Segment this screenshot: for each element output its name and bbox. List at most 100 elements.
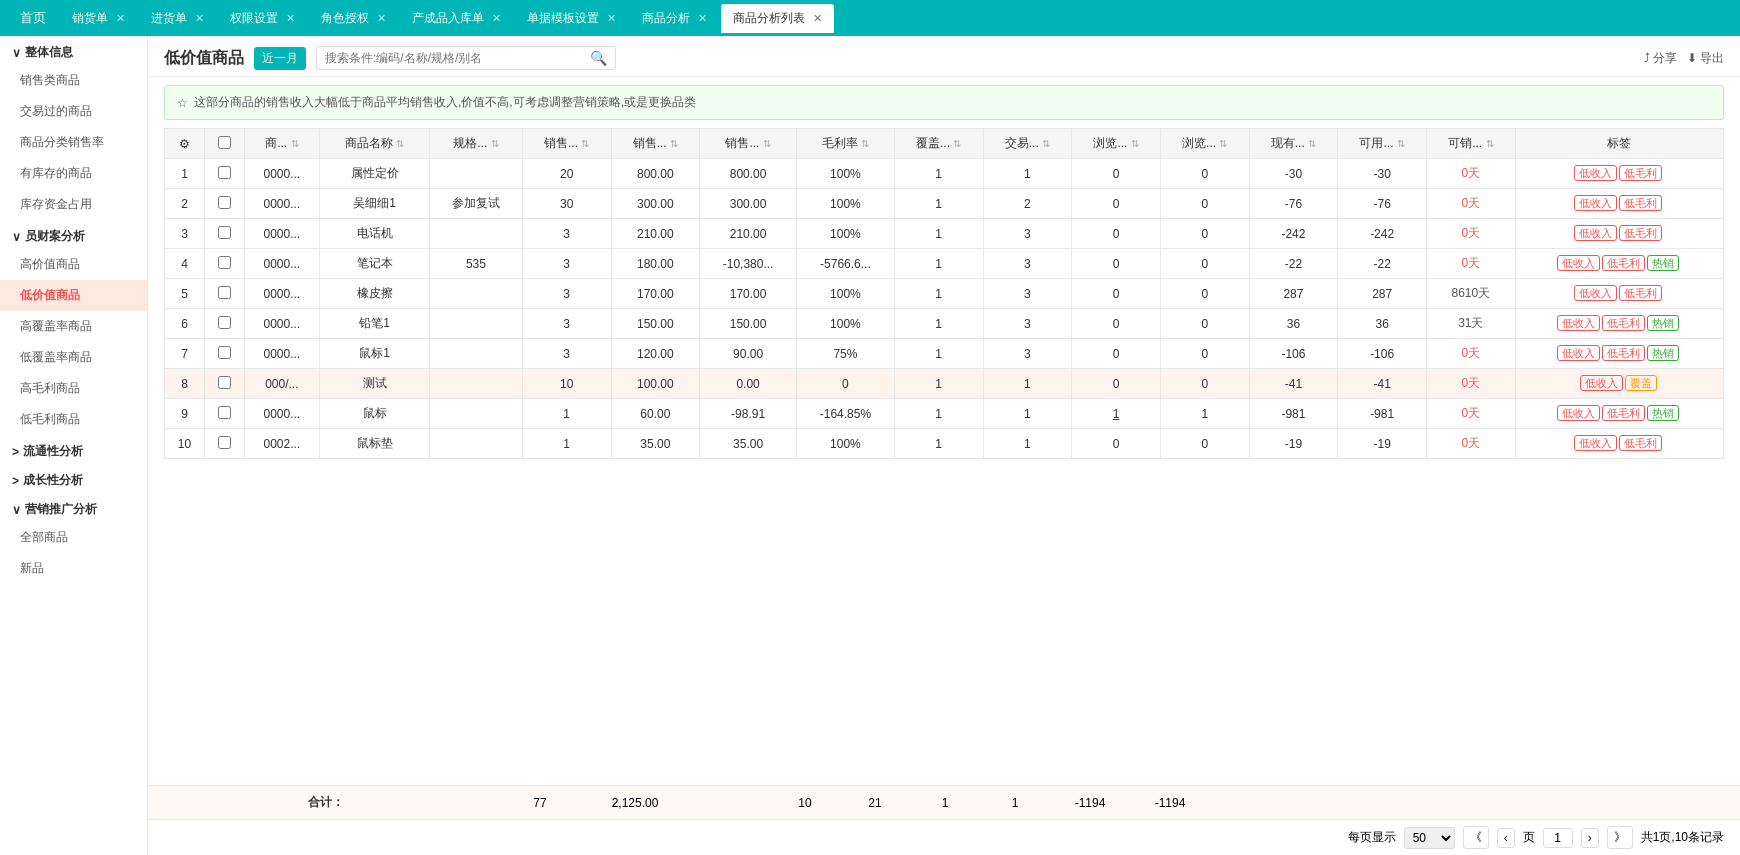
sidebar-item-sales-goods[interactable]: 销售类商品 xyxy=(0,65,147,96)
close-icon[interactable]: ✕ xyxy=(377,12,386,25)
nav-analysis-list[interactable]: 商品分析列表✕ xyxy=(721,4,834,33)
col-settings[interactable]: ⚙ xyxy=(165,129,205,159)
col-code[interactable]: 商... ⇅ xyxy=(244,129,320,159)
sidebar-group-circulation[interactable]: > 流通性分析 xyxy=(0,435,147,464)
cell-checkbox[interactable] xyxy=(205,189,245,219)
col-name[interactable]: 商品名称 ⇅ xyxy=(320,129,430,159)
row-checkbox[interactable] xyxy=(218,286,231,299)
cell-spec xyxy=(430,399,523,429)
nav-template[interactable]: 单据模板设置✕ xyxy=(515,4,628,33)
nav-home[interactable]: 首页 xyxy=(8,3,58,33)
col-margin[interactable]: 毛利率 ⇅ xyxy=(797,129,895,159)
col-tags[interactable]: 标签 xyxy=(1515,129,1723,159)
view1-value[interactable]: 1 xyxy=(1113,407,1120,421)
col-saleable[interactable]: 可销... ⇅ xyxy=(1426,129,1515,159)
sidebar-group-marketing[interactable]: ∨ 营销推广分析 xyxy=(0,493,147,522)
close-icon[interactable]: ✕ xyxy=(813,12,822,25)
col-view1[interactable]: 浏览... ⇅ xyxy=(1072,129,1161,159)
cell-view1[interactable]: 0 xyxy=(1072,159,1161,189)
cell-view1[interactable]: 0 xyxy=(1072,429,1161,459)
search-icon[interactable]: 🔍 xyxy=(590,50,607,66)
row-checkbox[interactable] xyxy=(218,406,231,419)
col-spec[interactable]: 规格... ⇅ xyxy=(430,129,523,159)
cell-view1[interactable]: 1 xyxy=(1072,399,1161,429)
sidebar-item-high-value[interactable]: 高价值商品 xyxy=(0,249,147,280)
cell-checkbox[interactable] xyxy=(205,399,245,429)
col-checkbox[interactable] xyxy=(205,129,245,159)
cell-view1[interactable]: 0 xyxy=(1072,309,1161,339)
row-checkbox[interactable] xyxy=(218,316,231,329)
select-all-checkbox[interactable] xyxy=(218,136,231,149)
col-current[interactable]: 现有... ⇅ xyxy=(1249,129,1338,159)
col-available[interactable]: 可用... ⇅ xyxy=(1338,129,1427,159)
cell-view1[interactable]: 0 xyxy=(1072,219,1161,249)
cell-checkbox[interactable] xyxy=(205,219,245,249)
cell-checkbox[interactable] xyxy=(205,309,245,339)
sidebar-item-high-margin[interactable]: 高毛利商品 xyxy=(0,373,147,404)
cell-view1[interactable]: 0 xyxy=(1072,369,1161,399)
sidebar-item-all-goods[interactable]: 全部商品 xyxy=(0,522,147,553)
cell-checkbox[interactable] xyxy=(205,369,245,399)
col-transaction[interactable]: 交易... ⇅ xyxy=(983,129,1072,159)
close-icon[interactable]: ✕ xyxy=(607,12,616,25)
col-coverage[interactable]: 覆盖... ⇅ xyxy=(894,129,983,159)
sidebar-item-low-value[interactable]: 低价值商品 xyxy=(0,280,147,311)
sidebar-item-category-rate[interactable]: 商品分类销售率 xyxy=(0,127,147,158)
nav-purchase[interactable]: 进货单✕ xyxy=(139,4,216,33)
nav-stock-in[interactable]: 产成品入库单✕ xyxy=(400,4,513,33)
col-view2[interactable]: 浏览... ⇅ xyxy=(1160,129,1249,159)
time-filter-button[interactable]: 近一月 xyxy=(254,47,306,70)
sidebar-item-low-coverage[interactable]: 低覆盖率商品 xyxy=(0,342,147,373)
close-icon[interactable]: ✕ xyxy=(286,12,295,25)
export-button[interactable]: ⬇ 导出 xyxy=(1687,50,1724,67)
close-icon[interactable]: ✕ xyxy=(698,12,707,25)
row-checkbox[interactable] xyxy=(218,436,231,449)
close-icon[interactable]: ✕ xyxy=(195,12,204,25)
total-label: 合计： xyxy=(164,794,364,811)
col-s2[interactable]: 销售... ⇅ xyxy=(611,129,700,159)
cell-view1[interactable]: 0 xyxy=(1072,249,1161,279)
row-checkbox[interactable] xyxy=(218,376,231,389)
close-icon[interactable]: ✕ xyxy=(116,12,125,25)
page-number-input[interactable] xyxy=(1543,828,1573,848)
row-checkbox[interactable] xyxy=(218,166,231,179)
close-icon[interactable]: ✕ xyxy=(492,12,501,25)
sidebar-item-capital[interactable]: 库存资金占用 xyxy=(0,189,147,220)
sidebar-item-traded[interactable]: 交易过的商品 xyxy=(0,96,147,127)
last-page-button[interactable]: 》 xyxy=(1607,826,1633,849)
cell-view1[interactable]: 0 xyxy=(1072,279,1161,309)
col-s3[interactable]: 销售... ⇅ xyxy=(700,129,797,159)
cell-view1[interactable]: 0 xyxy=(1072,189,1161,219)
col-s1[interactable]: 销售... ⇅ xyxy=(522,129,611,159)
sidebar-item-new-goods[interactable]: 新品 xyxy=(0,553,147,584)
prev-page-button[interactable]: ‹ xyxy=(1497,828,1515,848)
next-page-button[interactable]: › xyxy=(1581,828,1599,848)
share-button[interactable]: ⤴ 分享 xyxy=(1644,50,1677,67)
cell-view2: 0 xyxy=(1160,339,1249,369)
sidebar-item-in-stock[interactable]: 有库存的商品 xyxy=(0,158,147,189)
row-checkbox[interactable] xyxy=(218,226,231,239)
search-input[interactable] xyxy=(325,51,590,65)
cell-checkbox[interactable] xyxy=(205,159,245,189)
cell-checkbox[interactable] xyxy=(205,429,245,459)
cell-view1[interactable]: 0 xyxy=(1072,339,1161,369)
sidebar-group-overall[interactable]: ∨ 整体信息 xyxy=(0,36,147,65)
row-checkbox[interactable] xyxy=(218,256,231,269)
first-page-button[interactable]: 《 xyxy=(1463,826,1489,849)
nav-sales[interactable]: 销货单✕ xyxy=(60,4,137,33)
cell-checkbox[interactable] xyxy=(205,339,245,369)
sidebar-item-low-margin[interactable]: 低毛利商品 xyxy=(0,404,147,435)
row-checkbox[interactable] xyxy=(218,196,231,209)
view1-value: 0 xyxy=(1113,197,1120,211)
sidebar-item-high-coverage[interactable]: 高覆盖率商品 xyxy=(0,311,147,342)
nav-roles[interactable]: 角色授权✕ xyxy=(309,4,398,33)
sidebar-group-finance[interactable]: ∨ 员财案分析 xyxy=(0,220,147,249)
sidebar-group-growth[interactable]: > 成长性分析 xyxy=(0,464,147,493)
cell-checkbox[interactable] xyxy=(205,249,245,279)
row-checkbox[interactable] xyxy=(218,346,231,359)
cell-checkbox[interactable] xyxy=(205,279,245,309)
per-page-select[interactable]: 50 20 100 xyxy=(1404,827,1455,849)
cell-days: 0天 xyxy=(1426,339,1515,369)
nav-permissions[interactable]: 权限设置✕ xyxy=(218,4,307,33)
nav-analysis[interactable]: 商品分析✕ xyxy=(630,4,719,33)
